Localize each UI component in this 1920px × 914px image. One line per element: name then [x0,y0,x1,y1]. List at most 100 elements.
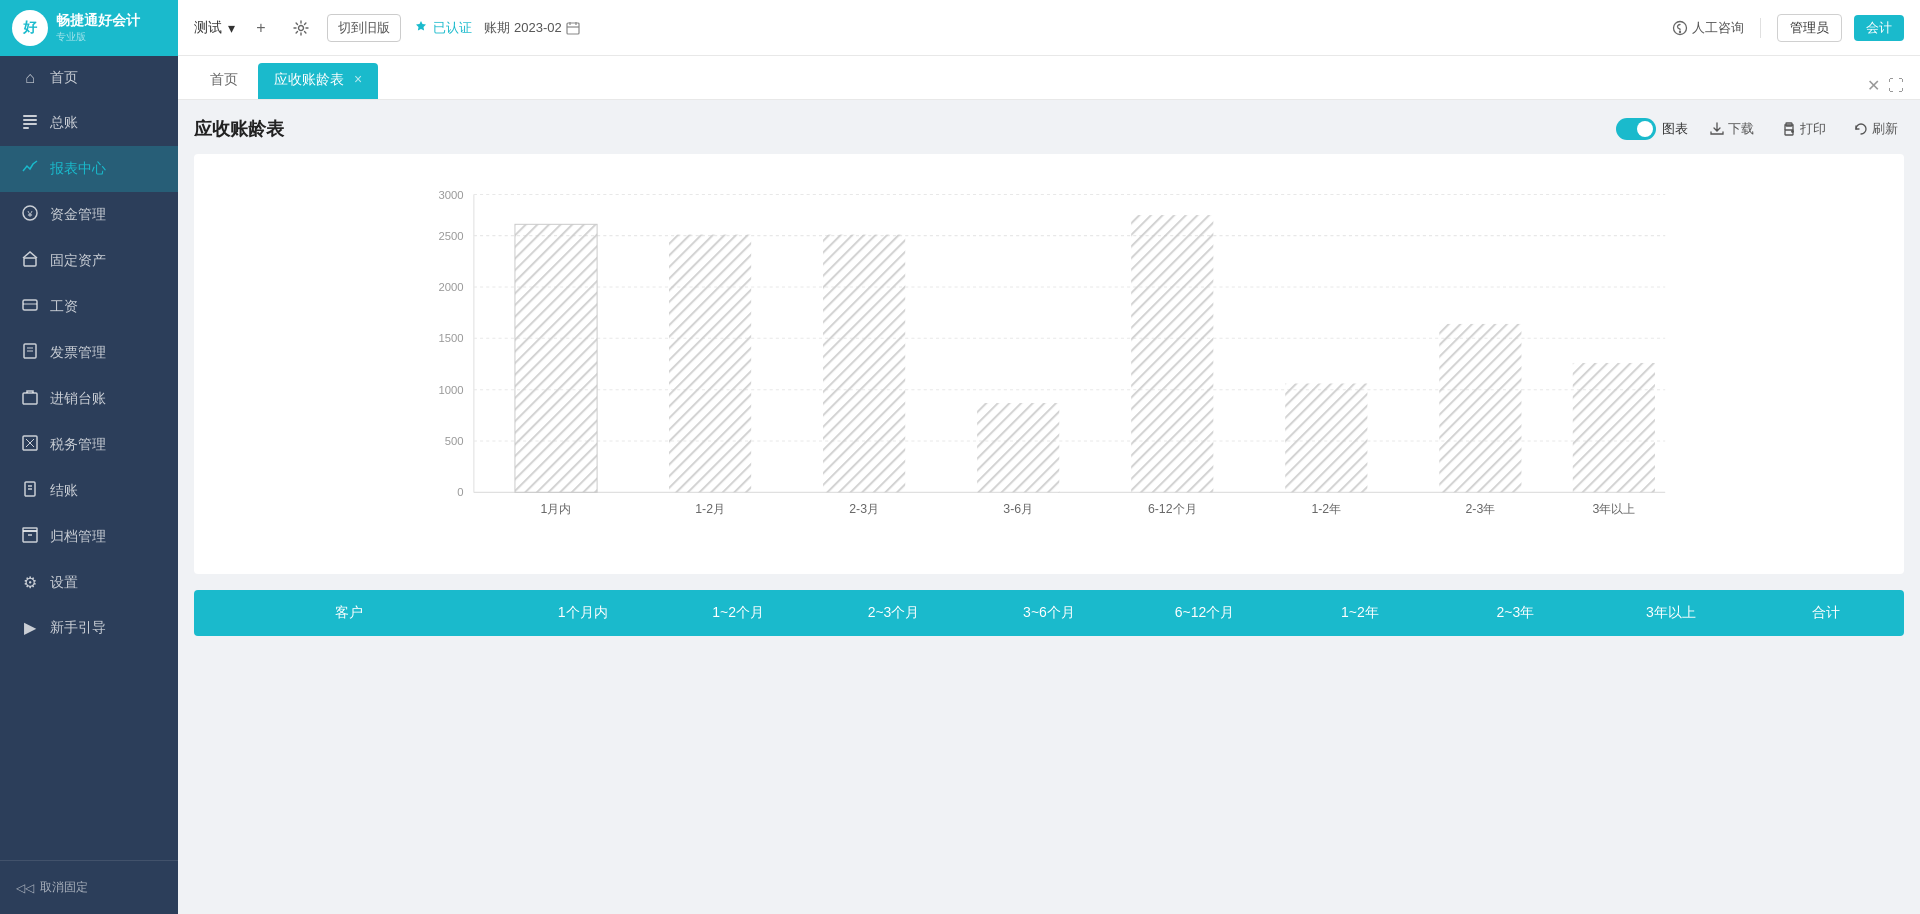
svg-rect-50 [823,235,905,493]
sidebar-item-archive[interactable]: 归档管理 [0,514,178,560]
chart-container: 0 500 1000 1500 2000 2500 3000 [194,154,1904,574]
archive-icon [20,527,40,547]
home-icon: ⌂ [20,69,40,87]
chart-toggle[interactable] [1616,118,1656,140]
app-name: 畅捷通好会计 [56,12,140,29]
col-1-2month: 1~2个月 [660,590,815,636]
col-1month: 1个月内 [505,590,660,636]
col-total: 合计 [1749,590,1904,636]
payroll-icon [20,297,40,317]
svg-rect-23 [567,23,579,34]
download-btn[interactable]: 下载 [1704,116,1760,142]
svg-text:1月内: 1月内 [541,502,572,516]
ledger-icon [20,113,40,133]
svg-rect-49 [669,235,751,493]
add-btn[interactable]: + [247,14,275,42]
switch-version-btn[interactable]: 切到旧版 [327,14,401,42]
cancel-fixed-btn[interactable]: ◁◁ 取消固定 [0,871,178,904]
chart-toggle-wrap: 图表 [1616,118,1688,140]
inventory-icon [20,389,40,409]
tab-expand-btn[interactable]: ⛶ [1888,77,1904,95]
tab-close-icon[interactable]: × [354,71,362,87]
sidebar-item-ledger[interactable]: 总账 [0,100,178,146]
svg-text:2000: 2000 [438,281,463,293]
invoice-icon [20,343,40,363]
sidebar-item-inventory[interactable]: 进销台账 [0,376,178,422]
svg-text:2-3年: 2-3年 [1465,502,1495,516]
sidebar-item-reports[interactable]: 报表中心 [0,146,178,192]
download-label: 下载 [1728,120,1754,138]
col-1-2year: 1~2年 [1282,590,1437,636]
svg-rect-53 [1285,384,1367,493]
print-label: 打印 [1800,120,1826,138]
col-3-6month: 3~6个月 [971,590,1126,636]
chart-toggle-label: 图表 [1662,120,1688,138]
assets-icon [20,251,40,271]
tab-ar-aging[interactable]: 应收账龄表 × [258,63,378,99]
sidebar-item-label: 税务管理 [50,436,106,454]
sidebar-item-assets[interactable]: 固定资产 [0,238,178,284]
sidebar-item-label: 报表中心 [50,160,106,178]
app-edition: 专业版 [56,30,140,44]
role-btn[interactable]: 会计 [1854,15,1904,41]
logo-text-wrap: 畅捷通好会计 专业版 [56,12,140,45]
certified-label: 已认证 [433,19,472,37]
tab-home-label: 首页 [210,71,238,87]
bar-chart: 0 500 1000 1500 2000 2500 3000 [214,174,1884,554]
pin-icon: ◁◁ [16,881,34,895]
sidebar-item-tax[interactable]: 税务管理 [0,422,178,468]
sidebar-item-guide[interactable]: ▶ 新手引导 [0,605,178,650]
sidebar-item-label: 总账 [50,114,78,132]
sidebar-item-label: 结账 [50,482,78,500]
tax-icon [20,435,40,455]
company-selector[interactable]: 测试 ▾ [194,19,235,37]
dropdown-icon: ▾ [228,20,235,36]
settings-btn[interactable] [287,14,315,42]
svg-text:1-2年: 1-2年 [1311,502,1341,516]
sidebar-item-payroll[interactable]: 工资 [0,284,178,330]
svg-rect-48 [515,224,597,492]
svg-rect-52 [1131,215,1213,492]
svg-text:1000: 1000 [438,384,463,396]
tab-home[interactable]: 首页 [194,63,254,99]
sidebar-item-settings[interactable]: ⚙ 设置 [0,560,178,605]
cancel-fixed-label: 取消固定 [40,879,88,896]
page-header: 应收账龄表 图表 下载 打印 刷新 [194,116,1904,142]
col-6-12month: 6~12个月 [1127,590,1282,636]
print-btn[interactable]: 打印 [1776,116,1832,142]
logo-icon: 好 [12,10,48,46]
certified-badge: 已认证 [413,19,472,37]
svg-point-22 [299,25,304,30]
tab-close-btn[interactable]: ✕ [1867,76,1880,95]
consult-label: 人工咨询 [1692,19,1744,37]
sidebar-item-close[interactable]: 结账 [0,468,178,514]
sidebar-logo: 好 畅捷通好会计 专业版 [0,0,178,56]
guide-icon: ▶ [20,618,40,637]
sidebar-item-label: 设置 [50,574,78,592]
tab-controls: ✕ ⛶ [1867,76,1904,99]
col-3year-plus: 3年以上 [1593,590,1748,636]
refresh-btn[interactable]: 刷新 [1848,116,1904,142]
sidebar-item-funds[interactable]: ¥ 资金管理 [0,192,178,238]
svg-rect-3 [23,127,29,129]
sidebar-item-label: 新手引导 [50,619,106,637]
svg-rect-20 [23,528,37,531]
period-value: 2023-02 [514,20,562,35]
sidebar-item-label: 归档管理 [50,528,106,546]
svg-rect-2 [23,123,37,125]
svg-rect-55 [1573,363,1655,492]
consult-btn[interactable]: 人工咨询 [1672,19,1744,37]
sidebar-footer: ◁◁ 取消固定 [0,860,178,914]
sidebar: 好 畅捷通好会计 专业版 ⌂ 首页 总账 报表中心 ¥ 资金管理 [0,0,178,914]
svg-rect-0 [23,115,37,117]
switch-version-label: 切到旧版 [338,20,390,35]
reports-icon [20,159,40,179]
funds-icon: ¥ [20,205,40,225]
sidebar-item-label: 发票管理 [50,344,106,362]
tab-ar-aging-label: 应收账龄表 [274,71,344,87]
main-area: 测试 ▾ + 切到旧版 已认证 账期 2023-02 人工咨询 [178,0,1920,914]
user-btn[interactable]: 管理员 [1777,14,1842,42]
svg-rect-12 [23,393,37,404]
sidebar-item-invoice[interactable]: 发票管理 [0,330,178,376]
sidebar-item-home[interactable]: ⌂ 首页 [0,56,178,100]
